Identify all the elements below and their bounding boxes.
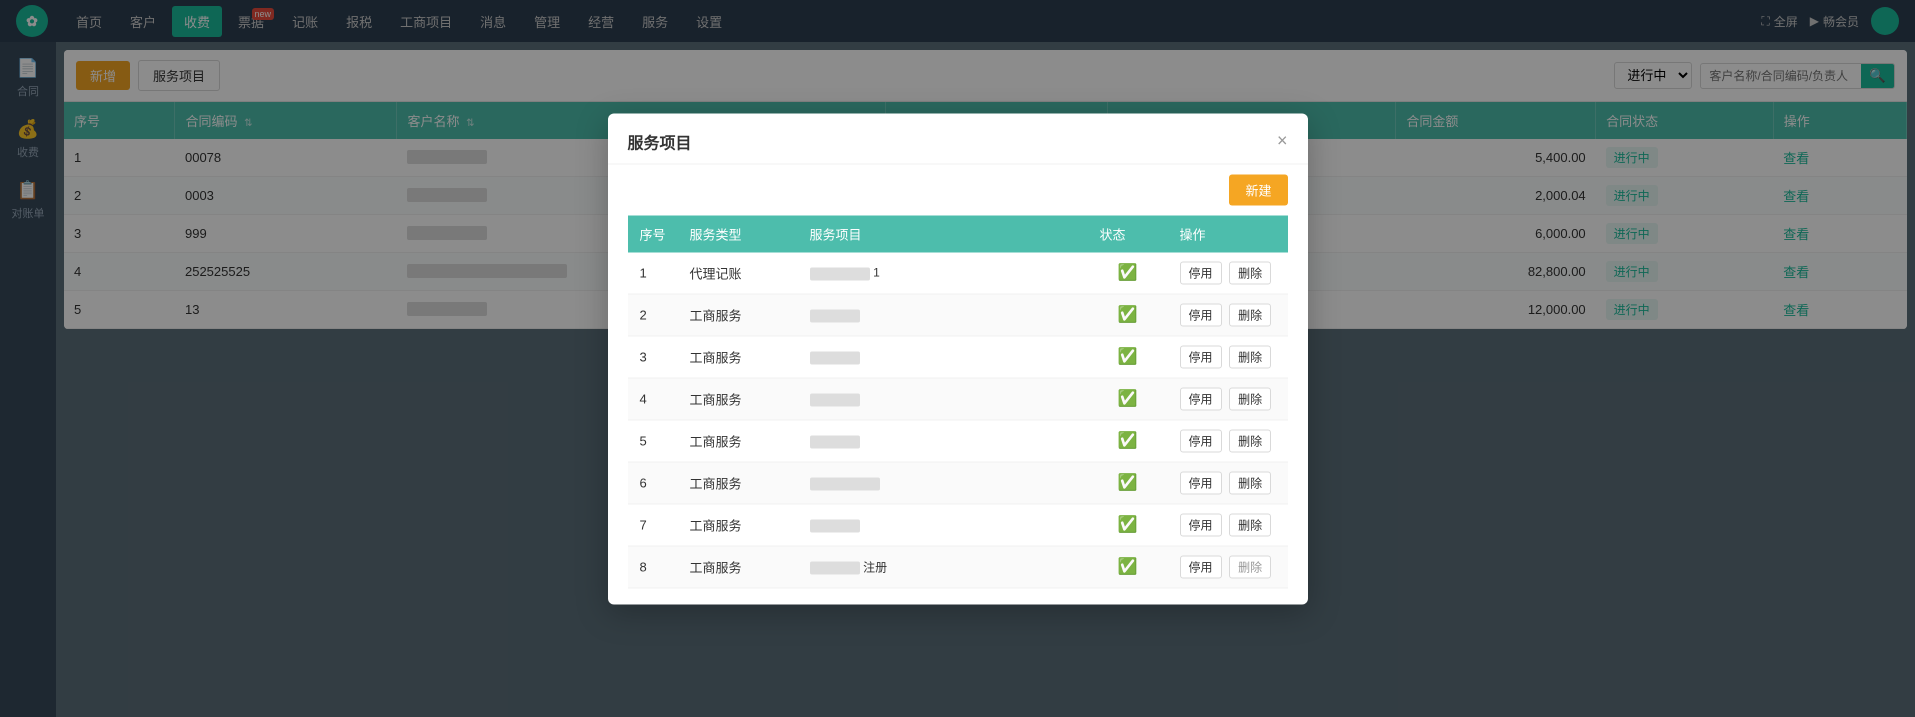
modal-cell-type: 工商服务 — [678, 294, 798, 336]
stop-button[interactable]: 停用 — [1180, 261, 1222, 284]
modal-col-action: 操作 — [1168, 215, 1288, 252]
modal-cell-item — [798, 420, 1088, 462]
status-active-icon: ✅ — [1118, 517, 1138, 534]
modal-cell-seq: 6 — [628, 462, 678, 504]
modal-cell-seq: 2 — [628, 294, 678, 336]
modal-table-row: 7 工商服务 ✅ 停用 删除 — [628, 504, 1288, 546]
modal-cell-type: 工商服务 — [678, 546, 798, 588]
status-active-icon: ✅ — [1118, 349, 1138, 366]
modal-col-status: 状态 — [1088, 215, 1168, 252]
modal-cell-seq: 3 — [628, 336, 678, 378]
modal-cell-type: 工商服务 — [678, 336, 798, 378]
modal-cell-item: 注册 — [798, 546, 1088, 588]
modal-cell-status: ✅ — [1088, 252, 1168, 294]
modal-close-button[interactable]: × — [1277, 131, 1288, 152]
modal-cell-action: 停用 删除 — [1168, 336, 1288, 378]
modal-cell-type: 工商服务 — [678, 462, 798, 504]
status-active-icon: ✅ — [1118, 265, 1138, 282]
modal-cell-seq: 4 — [628, 378, 678, 420]
modal-cell-type: 工商服务 — [678, 504, 798, 546]
delete-button[interactable]: 删除 — [1229, 429, 1271, 452]
modal-table-row: 3 工商服务 ✅ 停用 删除 — [628, 336, 1288, 378]
modal-cell-seq: 7 — [628, 504, 678, 546]
modal-cell-status: ✅ — [1088, 378, 1168, 420]
delete-button[interactable]: 删除 — [1229, 303, 1271, 326]
modal-header: 服务项目 × — [608, 113, 1308, 164]
modal-cell-action: 停用 删除 — [1168, 504, 1288, 546]
stop-button[interactable]: 停用 — [1180, 429, 1222, 452]
modal-title: 服务项目 — [628, 129, 692, 153]
delete-button[interactable]: 删除 — [1229, 513, 1271, 536]
service-items-modal: 服务项目 × 新建 序号 服务类型 服务项目 状态 操作 1 代理记账 1 — [608, 113, 1308, 604]
delete-button[interactable]: 删除 — [1229, 471, 1271, 494]
status-active-icon: ✅ — [1118, 559, 1138, 576]
modal-cell-status: ✅ — [1088, 504, 1168, 546]
modal-cell-seq: 5 — [628, 420, 678, 462]
status-active-icon: ✅ — [1118, 433, 1138, 450]
modal-cell-type: 代理记账 — [678, 252, 798, 294]
modal-cell-status: ✅ — [1088, 462, 1168, 504]
modal-cell-seq: 8 — [628, 546, 678, 588]
modal-col-seq: 序号 — [628, 215, 678, 252]
stop-button[interactable]: 停用 — [1180, 345, 1222, 368]
modal-cell-action: 停用 删除 — [1168, 294, 1288, 336]
modal-table-row: 5 工商服务 ✅ 停用 删除 — [628, 420, 1288, 462]
modal-cell-item — [798, 378, 1088, 420]
modal-cell-action: 停用 删除 — [1168, 378, 1288, 420]
modal-cell-type: 工商服务 — [678, 378, 798, 420]
delete-button[interactable]: 删除 — [1229, 387, 1271, 410]
modal-cell-item: 1 — [798, 252, 1088, 294]
modal-cell-item — [798, 504, 1088, 546]
status-active-icon: ✅ — [1118, 475, 1138, 492]
service-items-table: 序号 服务类型 服务项目 状态 操作 1 代理记账 1 ✅ 停用 — [628, 215, 1288, 588]
modal-cell-seq: 1 — [628, 252, 678, 294]
modal-cell-action: 停用 删除 — [1168, 462, 1288, 504]
modal-cell-item — [798, 462, 1088, 504]
modal-cell-type: 工商服务 — [678, 420, 798, 462]
delete-button[interactable]: 删除 — [1229, 261, 1271, 284]
stop-button[interactable]: 停用 — [1180, 387, 1222, 410]
modal-body: 序号 服务类型 服务项目 状态 操作 1 代理记账 1 ✅ 停用 — [608, 215, 1308, 604]
modal-table-row: 1 代理记账 1 ✅ 停用 删除 — [628, 252, 1288, 294]
modal-table-row: 2 工商服务 ✅ 停用 删除 — [628, 294, 1288, 336]
modal-col-item: 服务项目 — [798, 215, 1088, 252]
modal-table-row: 4 工商服务 ✅ 停用 删除 — [628, 378, 1288, 420]
modal-cell-item — [798, 336, 1088, 378]
status-active-icon: ✅ — [1118, 391, 1138, 408]
status-active-icon: ✅ — [1118, 307, 1138, 324]
delete-button[interactable]: 删除 — [1229, 345, 1271, 368]
modal-col-type: 服务类型 — [678, 215, 798, 252]
modal-cell-action: 停用 删除 — [1168, 546, 1288, 588]
modal-toolbar: 新建 — [608, 164, 1308, 215]
modal-new-button[interactable]: 新建 — [1229, 174, 1287, 205]
stop-button[interactable]: 停用 — [1180, 303, 1222, 326]
stop-button[interactable]: 停用 — [1180, 471, 1222, 494]
modal-cell-status: ✅ — [1088, 294, 1168, 336]
stop-button[interactable]: 停用 — [1180, 513, 1222, 536]
modal-cell-status: ✅ — [1088, 336, 1168, 378]
stop-button[interactable]: 停用 — [1180, 555, 1222, 578]
modal-table-row: 8 工商服务 注册 ✅ 停用 删除 — [628, 546, 1288, 588]
modal-table-header: 序号 服务类型 服务项目 状态 操作 — [628, 215, 1288, 252]
modal-cell-item — [798, 294, 1088, 336]
modal-cell-action: 停用 删除 — [1168, 252, 1288, 294]
modal-cell-status: ✅ — [1088, 420, 1168, 462]
delete-button[interactable]: 删除 — [1229, 555, 1271, 578]
modal-cell-status: ✅ — [1088, 546, 1168, 588]
modal-table-row: 6 工商服务 ✅ 停用 删除 — [628, 462, 1288, 504]
modal-cell-action: 停用 删除 — [1168, 420, 1288, 462]
